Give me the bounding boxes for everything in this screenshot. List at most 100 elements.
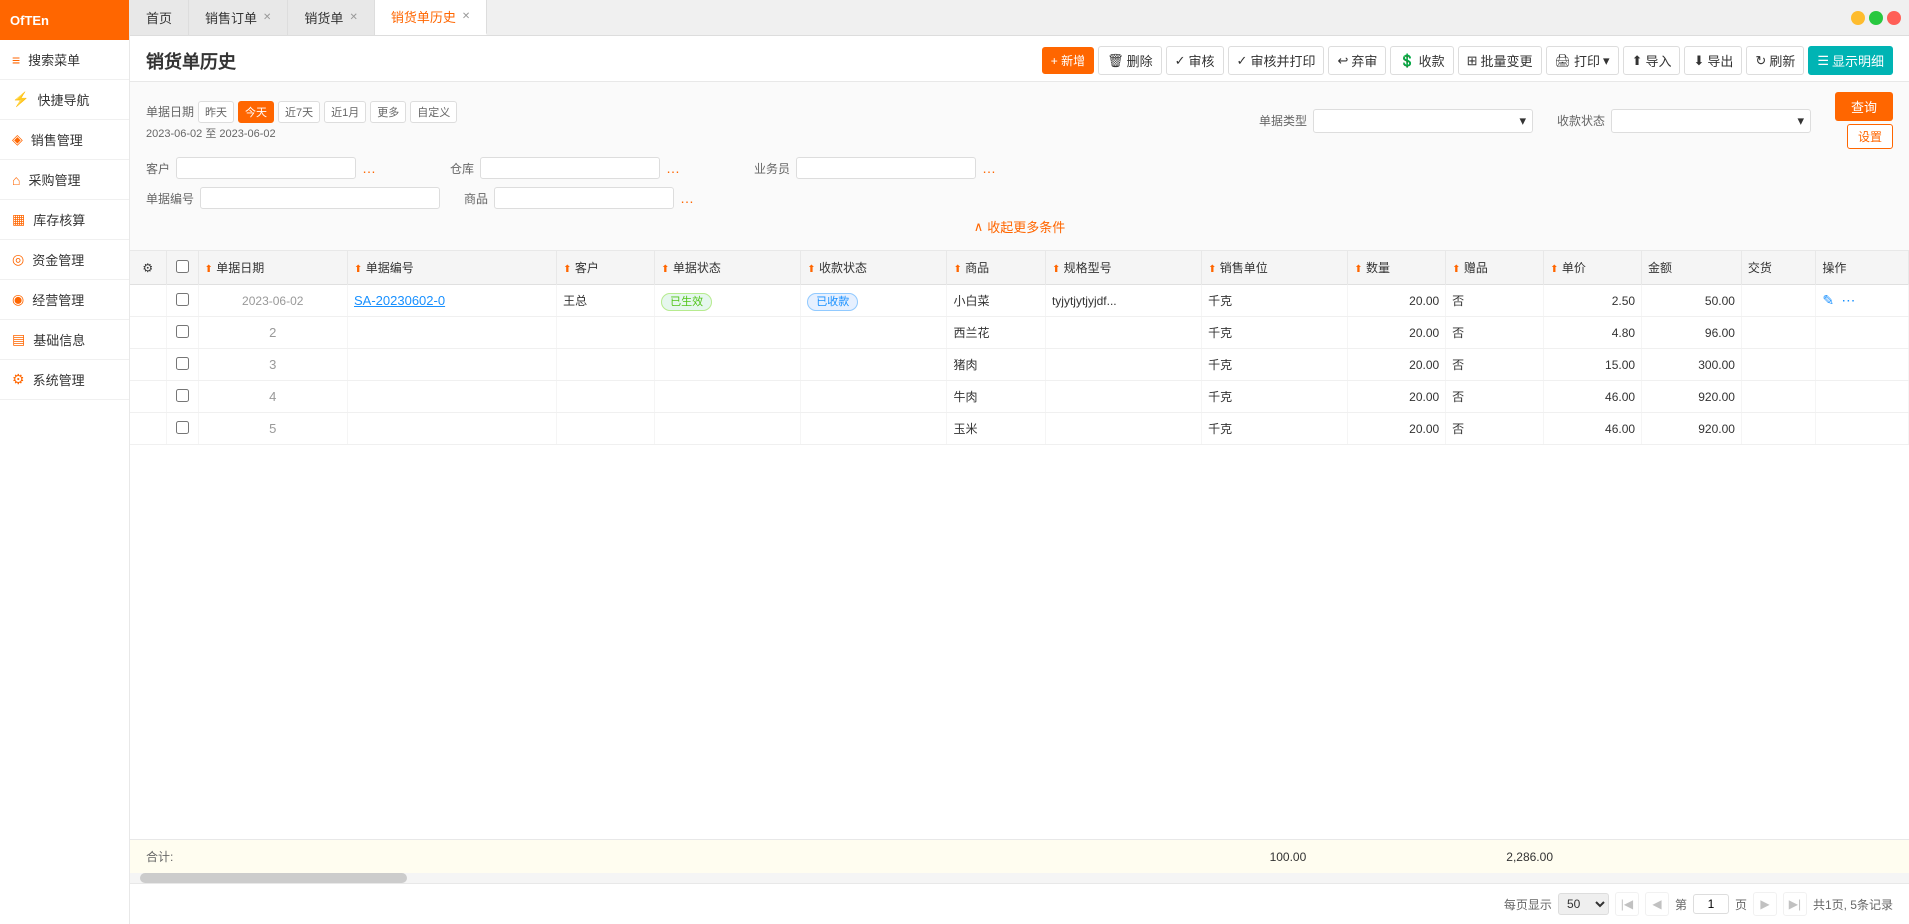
- row-checkbox-cell[interactable]: [166, 349, 198, 381]
- row-checkbox[interactable]: [176, 389, 189, 402]
- date-btn-yesterday[interactable]: 昨天: [198, 101, 234, 123]
- doc-no-cell[interactable]: [348, 349, 557, 381]
- select-all-checkbox[interactable]: [176, 260, 189, 273]
- tab-sales-order-close[interactable]: ✕: [263, 12, 271, 23]
- new-button[interactable]: + 新增: [1042, 47, 1094, 74]
- date-btn-more[interactable]: 更多: [370, 101, 406, 123]
- doc-no-cell[interactable]: [348, 413, 557, 445]
- close-button[interactable]: [1887, 11, 1901, 25]
- date-btn-custom[interactable]: 自定义: [410, 101, 457, 123]
- export-button[interactable]: ⬇ 导出: [1684, 46, 1742, 75]
- collapse-button[interactable]: ∧ 收起更多条件: [146, 213, 1893, 240]
- page-size-select[interactable]: 50 100 200: [1558, 893, 1609, 915]
- row-checkbox-cell[interactable]: [166, 381, 198, 413]
- edit-icon[interactable]: ✎: [1822, 292, 1834, 308]
- date-btn-7days[interactable]: 近7天: [278, 101, 320, 123]
- doc-no-link[interactable]: SA-20230602-0: [354, 293, 445, 308]
- row-checkbox[interactable]: [176, 357, 189, 370]
- pay-status-cell: [801, 381, 947, 413]
- page-input[interactable]: 1: [1693, 894, 1729, 914]
- audit-button[interactable]: ✓ 审核: [1166, 46, 1224, 75]
- row-checkbox-cell[interactable]: [166, 317, 198, 349]
- col-doc-status[interactable]: ⬆ 单据状态: [655, 251, 801, 285]
- col-doc-no[interactable]: ⬆ 单据编号: [348, 251, 557, 285]
- tab-sales-invoice[interactable]: 销货单 ✕: [288, 0, 374, 35]
- more-icon[interactable]: ⋯: [1841, 292, 1855, 308]
- delete-button[interactable]: 🗑 删除: [1098, 46, 1162, 75]
- first-page-button[interactable]: |◀: [1615, 892, 1639, 916]
- tab-sales-invoice-close[interactable]: ✕: [349, 12, 357, 23]
- row-num-cell: 4: [198, 381, 348, 413]
- sidebar-item-inventory[interactable]: ▦ 库存核算: [0, 200, 129, 240]
- row-checkbox-cell[interactable]: [166, 413, 198, 445]
- query-button[interactable]: 查询: [1835, 92, 1893, 121]
- doc-no-cell[interactable]: [348, 317, 557, 349]
- next-page-button[interactable]: ▶: [1753, 892, 1777, 916]
- import-button[interactable]: ⬆ 导入: [1623, 46, 1681, 75]
- col-date[interactable]: ⬆ 单据日期: [198, 251, 348, 285]
- tab-sales-order[interactable]: 销售订单 ✕: [189, 0, 288, 35]
- horizontal-scrollbar[interactable]: [130, 873, 1909, 883]
- payment-status-select[interactable]: ▾: [1611, 109, 1811, 133]
- last-page-button[interactable]: ▶|: [1783, 892, 1807, 916]
- import-icon: ⬆: [1632, 53, 1643, 69]
- goods-input[interactable]: [494, 187, 674, 209]
- warehouse-dots[interactable]: …: [666, 160, 680, 176]
- col-customer[interactable]: ⬆ 客户: [557, 251, 655, 285]
- action-cell[interactable]: [1816, 381, 1909, 413]
- row-checkbox[interactable]: [176, 325, 189, 338]
- staff-input[interactable]: [796, 157, 976, 179]
- sidebar-item-sales-mgmt[interactable]: ◈ 销售管理: [0, 120, 129, 160]
- batch-change-button[interactable]: ⊞ 批量变更: [1458, 46, 1542, 75]
- action-cell[interactable]: ✎ ⋯: [1816, 285, 1909, 317]
- sidebar-item-basic-info[interactable]: ▤ 基础信息: [0, 320, 129, 360]
- sidebar-item-finance[interactable]: ◎ 资金管理: [0, 240, 129, 280]
- tab-home[interactable]: 首页: [130, 0, 189, 35]
- col-checkbox[interactable]: [166, 251, 198, 285]
- maximize-button[interactable]: [1869, 11, 1883, 25]
- minimize-button[interactable]: [1851, 11, 1865, 25]
- action-cell[interactable]: [1816, 413, 1909, 445]
- row-checkbox[interactable]: [176, 293, 189, 306]
- goods-dots[interactable]: …: [680, 190, 694, 206]
- show-detail-button[interactable]: ☰ 显示明细: [1808, 46, 1893, 75]
- doc-num-input[interactable]: [200, 187, 440, 209]
- date-btn-today[interactable]: 今天: [238, 101, 274, 123]
- col-unit[interactable]: ⬆ 销售单位: [1202, 251, 1348, 285]
- abandon-button[interactable]: ↩ 弃审: [1328, 46, 1386, 75]
- setting-button[interactable]: 设置: [1847, 124, 1893, 149]
- print-button[interactable]: 🖨 打印 ▾: [1546, 46, 1619, 75]
- col-settings[interactable]: ⚙: [130, 251, 166, 285]
- warehouse-input[interactable]: [480, 157, 660, 179]
- collect-button[interactable]: 💲 收款: [1390, 46, 1453, 75]
- col-pay-status[interactable]: ⬆ 收款状态: [801, 251, 947, 285]
- col-qty[interactable]: ⬆ 数量: [1348, 251, 1446, 285]
- audit-print-button[interactable]: ✓ 审核并打印: [1228, 46, 1325, 75]
- sidebar-item-purchase-mgmt[interactable]: ⌂ 采购管理: [0, 160, 129, 200]
- sidebar-item-search-menu[interactable]: ≡ 搜索菜单: [0, 40, 129, 80]
- doc-no-cell[interactable]: [348, 381, 557, 413]
- payment-status-dropdown-icon: ▾: [1797, 113, 1804, 129]
- tab-sales-history[interactable]: 销货单历史 ✕: [375, 0, 487, 35]
- doc-type-select[interactable]: ▾: [1313, 109, 1533, 133]
- sidebar-item-sys-mgmt[interactable]: ⚙ 系统管理: [0, 360, 129, 400]
- col-spec[interactable]: ⬆ 规格型号: [1045, 251, 1201, 285]
- prev-page-button[interactable]: ◀: [1645, 892, 1669, 916]
- doc-no-cell[interactable]: SA-20230602-0: [348, 285, 557, 317]
- row-checkbox-cell[interactable]: [166, 285, 198, 317]
- col-price[interactable]: ⬆ 单价: [1544, 251, 1642, 285]
- col-goods[interactable]: ⬆ 商品: [947, 251, 1046, 285]
- row-checkbox[interactable]: [176, 421, 189, 434]
- refresh-button[interactable]: ↻ 刷新: [1746, 46, 1804, 75]
- date-btn-1month[interactable]: 近1月: [324, 101, 366, 123]
- sidebar-item-ops[interactable]: ◉ 经营管理: [0, 280, 129, 320]
- col-gift[interactable]: ⬆ 赠品: [1446, 251, 1544, 285]
- action-cell[interactable]: [1816, 317, 1909, 349]
- sidebar-item-quick-nav[interactable]: ⚡ 快捷导航: [0, 80, 129, 120]
- customer-dots[interactable]: …: [362, 160, 376, 176]
- customer-input[interactable]: [176, 157, 356, 179]
- staff-dots[interactable]: …: [982, 160, 996, 176]
- action-cell[interactable]: [1816, 349, 1909, 381]
- tab-sales-history-close[interactable]: ✕: [462, 11, 470, 22]
- scroll-thumb[interactable]: [140, 873, 407, 883]
